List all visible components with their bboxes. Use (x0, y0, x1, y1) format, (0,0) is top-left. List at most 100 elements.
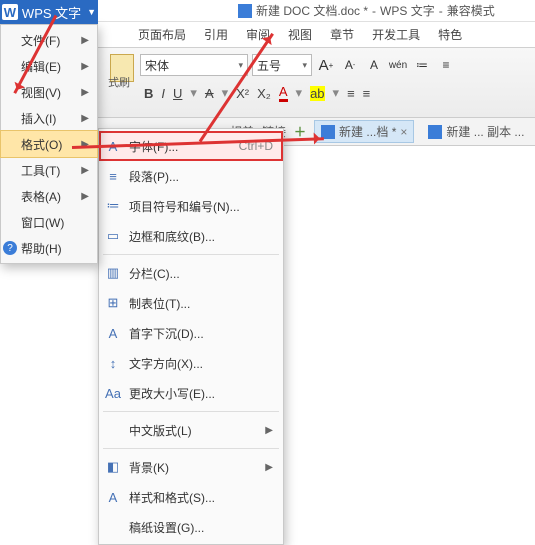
close-tab-icon[interactable]: × (400, 125, 407, 139)
app-menu-button[interactable]: WPS 文字 ▼ (0, 0, 98, 24)
file-icon (428, 125, 442, 139)
submenu-item-label: 稿纸设置(G)... (129, 519, 204, 536)
submenu-item-label: 项目符号和编号(N)... (129, 198, 240, 215)
menu-icon: ⊞ (105, 295, 121, 311)
title-sep: - (372, 4, 376, 18)
submenu-item[interactable]: ⊞ 制表位(T)... (99, 288, 283, 318)
format-painter-label[interactable]: 式刷 (108, 74, 130, 90)
app-name: WPS 文字 (380, 2, 435, 19)
submenu-arrow-icon: ▶ (81, 113, 89, 124)
submenu-item[interactable]: ↕ 文字方向(X)... (99, 348, 283, 378)
submenu-arrow-icon: ▶ (81, 35, 89, 46)
menu-item[interactable]: 窗口(W) (1, 209, 97, 235)
menu-item[interactable]: 编辑(E)▶ (1, 53, 97, 79)
menu-separator (103, 448, 279, 449)
submenu-item-label: 文字方向(X)... (129, 355, 203, 372)
submenu-arrow-icon: ▶ (81, 165, 89, 176)
doc-tab-label: 新建 ... 副本 ... (446, 123, 524, 140)
doc-tab-active[interactable]: 新建 ...档 * × (314, 120, 414, 143)
submenu-item-label: 分栏(C)... (129, 265, 180, 282)
submenu-item[interactable]: ▥ 分栏(C)... (99, 258, 283, 288)
menu-icon: ◧ (105, 459, 121, 475)
submenu-item[interactable]: 中文版式(L) ▶ (99, 415, 283, 445)
menu-item-label: 窗口(W) (21, 214, 64, 231)
number-list-icon[interactable]: ≡ (436, 55, 456, 75)
ribbon-tab[interactable]: 引用 (196, 22, 236, 47)
align-center-icon[interactable]: ≡ (363, 86, 371, 101)
submenu-item[interactable]: ≡ 段落(P)... (99, 161, 283, 191)
menu-icon: Aa (105, 385, 121, 401)
submenu-arrow-icon: ▶ (265, 425, 273, 436)
submenu-item[interactable]: A 样式和格式(S)... (99, 482, 283, 512)
submenu-item[interactable]: A 首字下沉(D)... (99, 318, 283, 348)
main-menu: 文件(F)▶编辑(E)▶视图(V)▶插入(I)▶格式(O)▶工具(T)▶表格(A… (0, 24, 98, 264)
submenu-item[interactable]: ▭ 边框和底纹(B)... (99, 221, 283, 251)
menu-icon: A (105, 325, 121, 341)
menu-item-label: 表格(A) (21, 188, 61, 205)
subscript-button[interactable]: X₂ (257, 86, 271, 101)
menu-icon (105, 422, 121, 438)
doc-tab[interactable]: 新建 ... 副本 ... (422, 121, 530, 142)
submenu-item-label: 样式和格式(S)... (129, 489, 215, 506)
bullet-list-icon[interactable]: ≔ (412, 55, 432, 75)
menu-separator (103, 411, 279, 412)
decrease-font-icon[interactable]: A- (340, 55, 360, 75)
menu-item[interactable]: ? 帮助(H) (1, 235, 97, 261)
submenu-item[interactable]: ◧ 背景(K) ▶ (99, 452, 283, 482)
submenu-item-label: 制表位(T)... (129, 295, 190, 312)
help-icon: ? (3, 241, 17, 255)
format-submenu: A字体(F)...Ctrl+D≡段落(P)...≔项目符号和编号(N)...▭边… (98, 128, 284, 545)
align-left-icon[interactable]: ≡ (347, 86, 355, 101)
submenu-item[interactable]: ≔ 项目符号和编号(N)... (99, 191, 283, 221)
menu-icon: ▭ (105, 228, 121, 244)
menu-item-format[interactable]: 格式(O)▶ (1, 131, 97, 157)
ribbon-tab[interactable]: 页面布局 (130, 22, 194, 47)
submenu-item-label: 边框和底纹(B)... (129, 228, 215, 245)
document-title: 新建 DOC 文档.doc * (256, 2, 368, 19)
menu-item[interactable]: 插入(I) ▶ (1, 105, 97, 131)
submenu-arrow-icon: ▶ (81, 191, 89, 202)
menu-item[interactable]: 工具(T) ▶ (1, 157, 97, 183)
submenu-arrow-icon: ▶ (81, 87, 89, 98)
doc-tab-label: 新建 ...档 * (339, 123, 396, 140)
phonetic-icon[interactable]: wén (388, 55, 408, 75)
document-icon (238, 4, 252, 18)
submenu-arrow-icon: ▶ (265, 462, 273, 473)
ribbon-tab[interactable]: 开发工具 (364, 22, 428, 47)
font-color-button[interactable]: A (279, 84, 288, 102)
increase-font-icon[interactable]: A+ (316, 55, 336, 75)
menu-icon: ≔ (105, 198, 121, 214)
menu-icon: ▥ (105, 265, 121, 281)
underline-button[interactable]: U (173, 86, 182, 101)
italic-button[interactable]: I (161, 86, 165, 101)
menu-separator (103, 254, 279, 255)
menu-icon: ≡ (105, 168, 121, 184)
chevron-down-icon: ▼ (87, 7, 96, 17)
submenu-item-label: 更改大小写(E)... (129, 385, 215, 402)
font-name-combo[interactable]: 宋体 (140, 54, 248, 76)
submenu-arrow-icon: ▶ (81, 61, 89, 72)
clear-format-icon[interactable]: A (364, 55, 384, 75)
ribbon-tab[interactable]: 特色 (430, 22, 470, 47)
submenu-item[interactable]: Aa 更改大小写(E)... (99, 378, 283, 408)
submenu-item-label: 首字下沉(D)... (129, 325, 204, 342)
compat-mode: 兼容模式 (447, 2, 495, 19)
ribbon-tab[interactable]: 视图 (280, 22, 320, 47)
submenu-item-label: 段落(P)... (129, 168, 179, 185)
submenu-item-label: 背景(K) (129, 459, 169, 476)
menu-icon (105, 519, 121, 535)
menu-item-label: 插入(I) (21, 110, 56, 127)
menu-item[interactable]: 表格(A) ▶ (1, 183, 97, 209)
highlight-button[interactable]: ab (310, 86, 324, 101)
superscript-button[interactable]: X² (236, 86, 249, 101)
ribbon-tab[interactable]: 章节 (322, 22, 362, 47)
menu-item-label: 工具(T) (21, 162, 60, 179)
menu-icon: ↕ (105, 355, 121, 371)
menu-icon: A (105, 489, 121, 505)
menu-item-label: 帮助(H) (21, 240, 62, 257)
bold-button[interactable]: B (144, 86, 153, 101)
font-size-combo[interactable]: 五号 (252, 54, 312, 76)
submenu-item-label: 中文版式(L) (129, 422, 192, 439)
strike-button[interactable]: A (205, 86, 214, 101)
menu-item-label: 视图(V) (21, 84, 61, 101)
